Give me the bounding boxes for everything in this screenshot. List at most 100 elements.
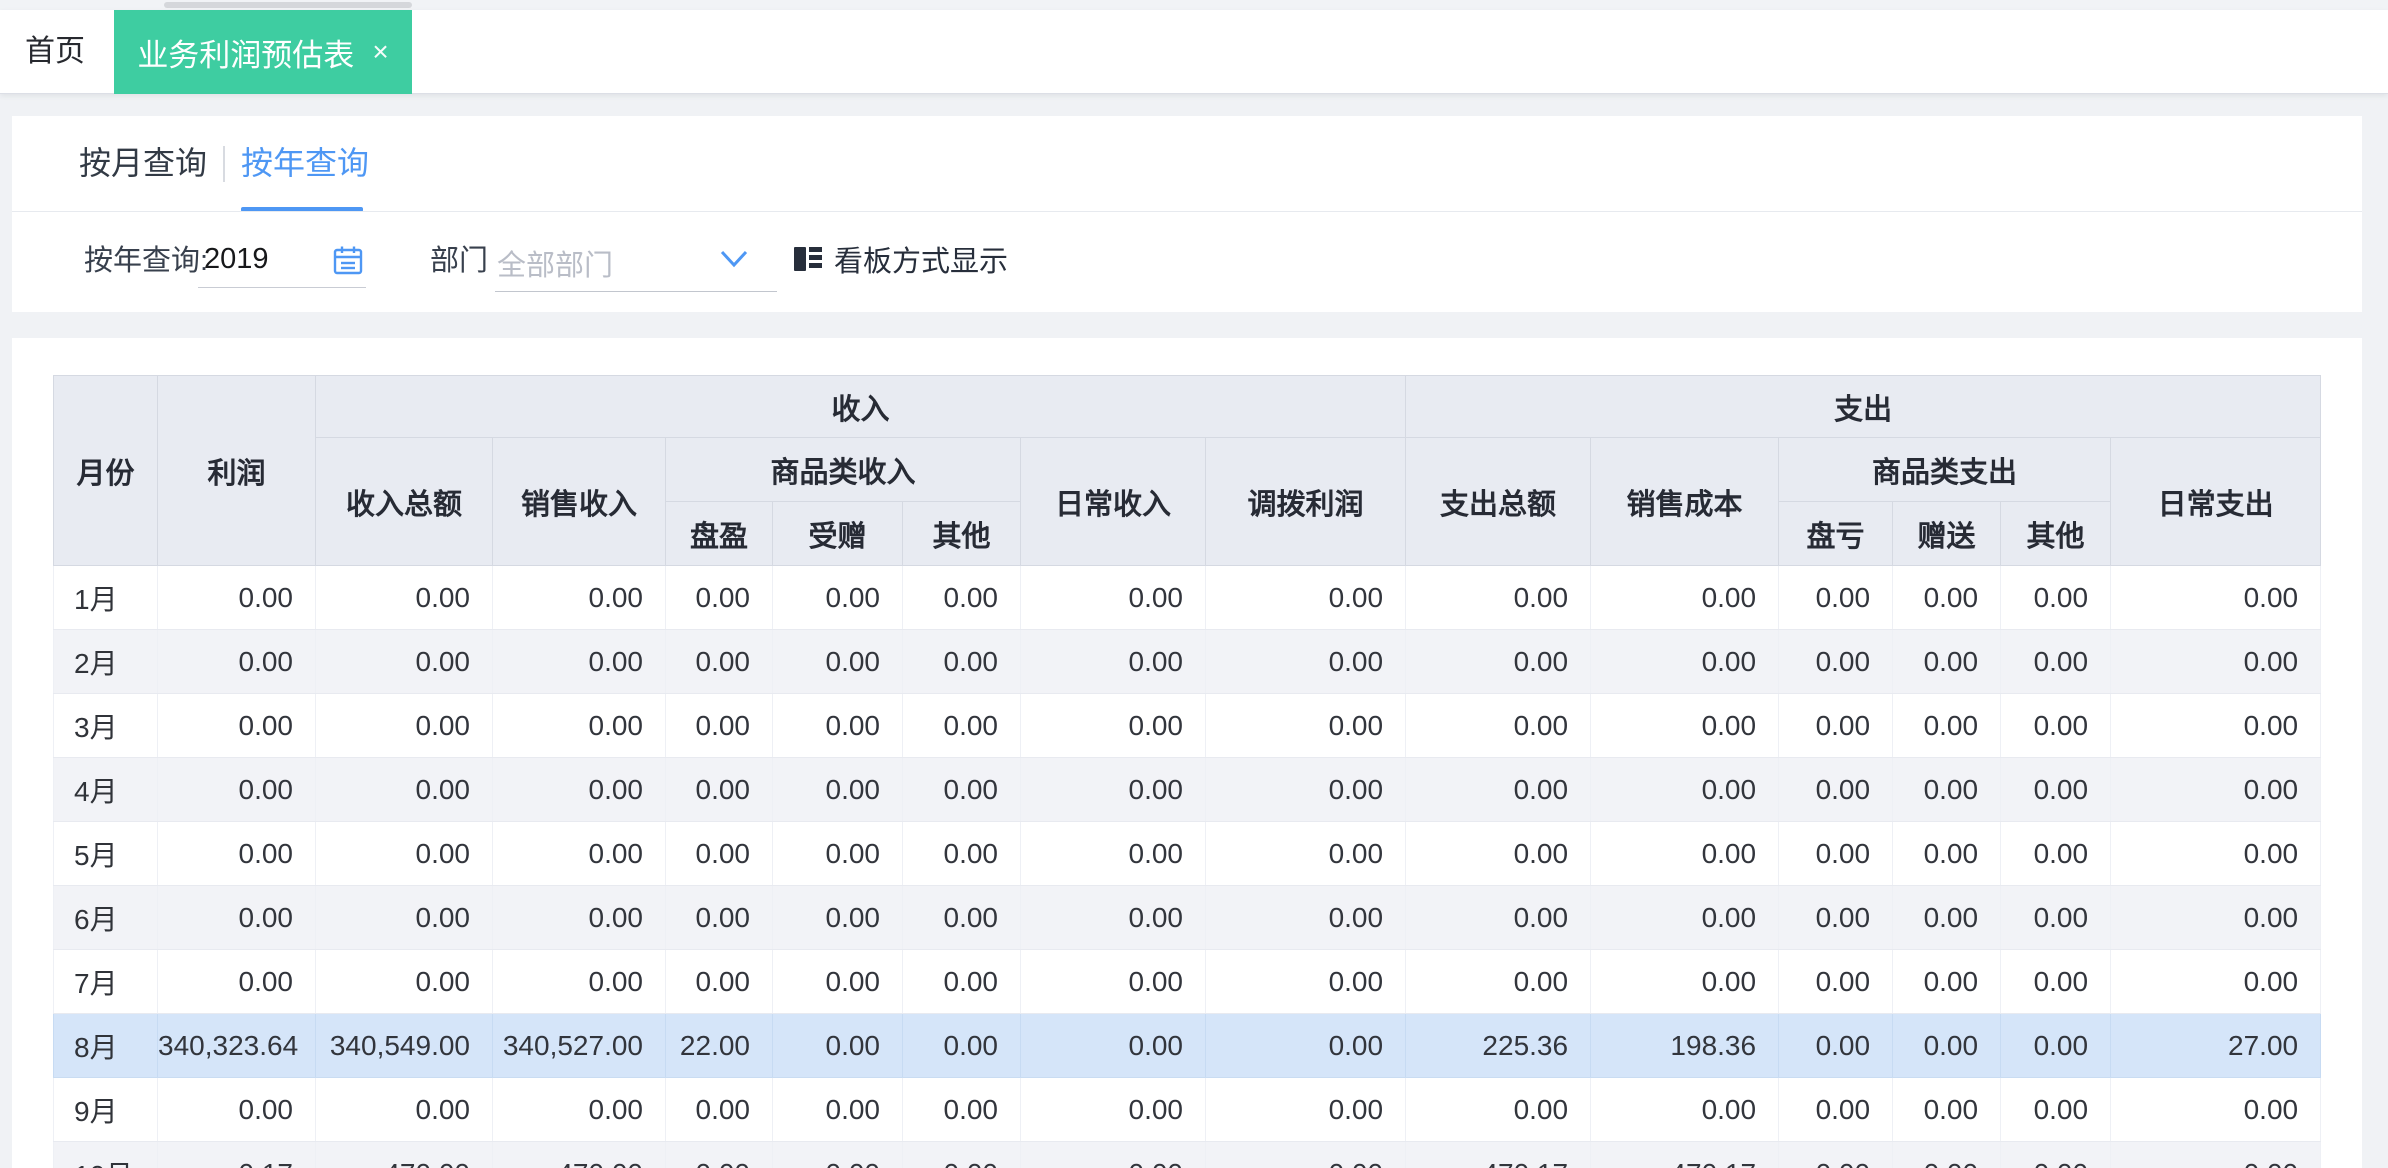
value-cell: 0.00: [665, 821, 773, 886]
value-cell: 0.00: [2110, 629, 2322, 694]
value-cell: 0.00: [2000, 1141, 2112, 1168]
value-cell: 0.00: [1204, 629, 1407, 694]
col-daily-expense: 日常支出: [2110, 437, 2322, 566]
col-other-expense: 其他: [2000, 501, 2112, 566]
value-cell: 0.00: [2110, 1141, 2322, 1168]
value-cell: 0.00: [157, 565, 316, 630]
value-cell: 0.00: [902, 565, 1021, 630]
kanban-display-toggle[interactable]: 看板方式显示: [792, 238, 1008, 280]
profit-table: 月份 利润 收入 支出 收入总额 销售收入 商品类收入 日常收入 调拨利润 支出…: [53, 375, 2322, 1168]
value-cell: 0.00: [772, 885, 903, 950]
value-cell: 0.00: [157, 693, 316, 758]
value-cell: 0.00: [157, 1077, 316, 1142]
tab-query-by-month[interactable]: 按月查询: [79, 116, 207, 211]
col-transfer-profit: 调拨利润: [1204, 437, 1407, 566]
value-cell: 22.00: [665, 1013, 773, 1078]
value-cell: 0.00: [1405, 629, 1592, 694]
value-cell: 27.00: [2110, 1013, 2322, 1078]
value-cell: 0.00: [1204, 821, 1407, 886]
tab-close-icon[interactable]: ×: [372, 38, 388, 66]
value-cell: 0.00: [157, 821, 316, 886]
value-cell: 0.00: [902, 949, 1021, 1014]
value-cell: 0.00: [1892, 1077, 2002, 1142]
window-tab-bar: 首页 业务利润预估表 ×: [0, 10, 2388, 94]
year-input[interactable]: [198, 232, 298, 286]
month-cell: 1月: [53, 565, 158, 630]
value-cell: 0.00: [1204, 693, 1407, 758]
value-cell: 198.36: [1590, 1013, 1780, 1078]
col-other-income: 其他: [902, 501, 1021, 566]
value-cell: 0.00: [2110, 1077, 2322, 1142]
value-cell: 0.00: [1204, 565, 1407, 630]
calendar-icon[interactable]: [332, 244, 364, 276]
col-month: 月份: [53, 375, 158, 566]
value-cell: 0.00: [1204, 1141, 1407, 1168]
value-cell: 0.00: [2000, 1077, 2112, 1142]
value-cell: 0.00: [772, 1077, 903, 1142]
dept-filter-label: 部门: [430, 245, 489, 277]
value-cell: 0.00: [2110, 693, 2322, 758]
col-gift-given: 赠送: [1892, 501, 2002, 566]
value-cell: 0.00: [772, 757, 903, 822]
value-cell: 0.00: [772, 629, 903, 694]
value-cell: 0.00: [1204, 1013, 1407, 1078]
value-cell: 0.00: [1892, 565, 2002, 630]
value-cell: 470.00: [315, 1141, 493, 1168]
table-row: 2月 0.00 0.00 0.00 0.00 0.00 0.00 0.00 0.00 0.00 0.…: [53, 629, 2322, 694]
tab-separator: [223, 146, 225, 182]
value-cell: 0.00: [902, 885, 1021, 950]
value-cell: 0.00: [2000, 693, 2112, 758]
value-cell: 0.00: [902, 1013, 1021, 1078]
col-expense-total: 支出总额: [1405, 437, 1592, 566]
month-cell: 5月: [53, 821, 158, 886]
value-cell: 0.00: [665, 693, 773, 758]
value-cell: 0.00: [1590, 821, 1780, 886]
value-cell: 0.00: [2110, 757, 2322, 822]
tab-business-profit-report[interactable]: 业务利润预估表 ×: [114, 10, 412, 94]
value-cell: 0.00: [315, 629, 493, 694]
value-cell: 0.00: [665, 1141, 773, 1168]
value-cell: 0.00: [902, 629, 1021, 694]
value-cell: 0.00: [772, 949, 903, 1014]
value-cell: 0.00: [2000, 629, 2112, 694]
value-cell: 0.00: [157, 629, 316, 694]
value-cell: 0.00: [902, 693, 1021, 758]
tabs-divider: [12, 211, 2362, 212]
value-cell: 0.00: [315, 885, 493, 950]
value-cell: 0.00: [492, 629, 666, 694]
table-row: 8月 340,323.64 340,549.00 340,527.00 22.00 0.0…: [53, 1013, 2322, 1078]
dept-select-placeholder: 全部部门: [497, 250, 614, 282]
value-cell: 0.00: [1778, 565, 1894, 630]
value-cell: 0.00: [1892, 885, 2002, 950]
table-row: 1月 0.00 0.00 0.00 0.00 0.00 0.00 0.00 0.00 0.00 0.…: [53, 565, 2322, 630]
value-cell: 0.00: [315, 693, 493, 758]
group-goods-income: 商品类收入: [665, 437, 1021, 502]
value-cell: 0.00: [1778, 885, 1894, 950]
value-cell: 0.00: [1892, 629, 2002, 694]
value-cell: 0.00: [1590, 757, 1780, 822]
value-cell: 470.00: [492, 1141, 666, 1168]
value-cell: 0.00: [1405, 693, 1592, 758]
table-row: 9月 0.00 0.00 0.00 0.00 0.00 0.00 0.00 0.00 0.00 0.…: [53, 1077, 2322, 1142]
tab-query-by-year[interactable]: 按年查询: [241, 116, 369, 211]
col-sales-cost: 销售成本: [1590, 437, 1780, 566]
value-cell: 0.00: [1020, 1013, 1206, 1078]
col-deficit: 盘亏: [1778, 501, 1894, 566]
value-cell: 0.00: [665, 1077, 773, 1142]
value-cell: 0.00: [902, 757, 1021, 822]
tab-home[interactable]: 首页: [23, 10, 87, 94]
month-cell: 7月: [53, 949, 158, 1014]
month-cell: 8月: [53, 1013, 158, 1078]
value-cell: 0.00: [1020, 693, 1206, 758]
month-cell: 6月: [53, 885, 158, 950]
value-cell: 0.00: [1778, 757, 1894, 822]
col-sales-income: 销售收入: [492, 437, 666, 566]
dept-select[interactable]: 全部部门: [495, 232, 777, 292]
value-cell: 0.00: [1204, 949, 1407, 1014]
value-cell: 0.00: [902, 1077, 1021, 1142]
top-scrollbar-thumb[interactable]: [164, 2, 412, 8]
value-cell: 0.00: [157, 885, 316, 950]
value-cell: 0.00: [1892, 693, 2002, 758]
table-row: 6月 0.00 0.00 0.00 0.00 0.00 0.00 0.00 0.00 0.00 0.…: [53, 885, 2322, 950]
value-cell: 0.00: [665, 629, 773, 694]
